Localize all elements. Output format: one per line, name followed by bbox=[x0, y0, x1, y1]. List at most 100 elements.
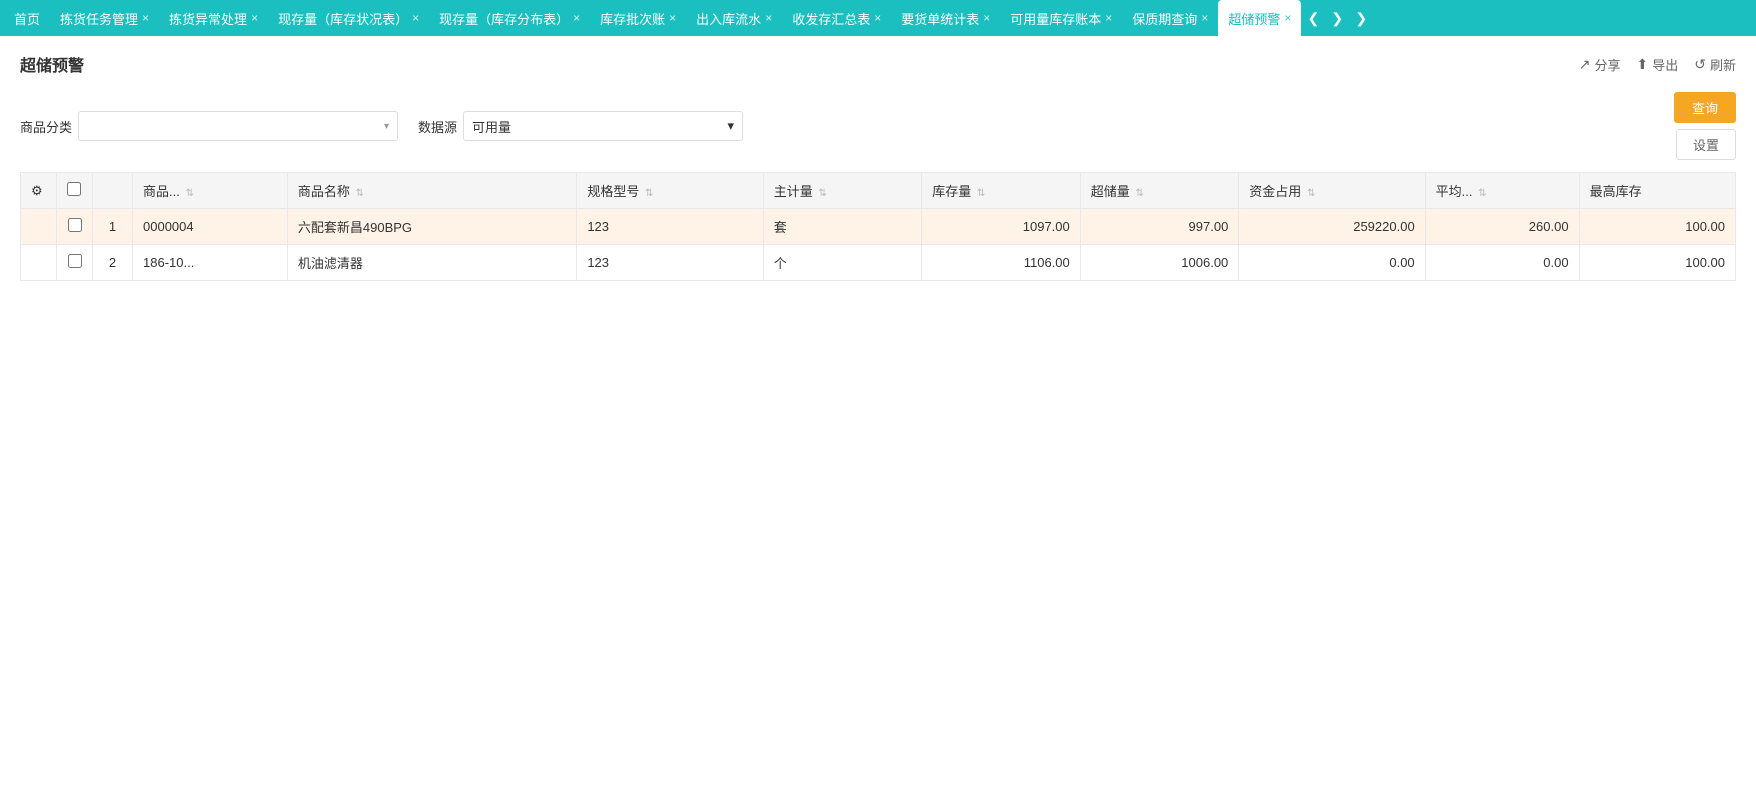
td-capital-2: 0.00 bbox=[1239, 245, 1425, 281]
th-checkbox[interactable] bbox=[57, 173, 93, 209]
td-avg-1: 260.00 bbox=[1425, 209, 1579, 245]
datasource-arrow-icon: ▾ bbox=[728, 118, 735, 134]
table-row: 2 186-10... 机油滤清器 123 个 1106.00 bbox=[21, 245, 1736, 281]
page-header: 超储预警 ↗ 分享 ⬆ 导出 ↺ 刷新 bbox=[20, 52, 1736, 76]
nav-item-expiry[interactable]: 保质期查询 × bbox=[1122, 0, 1218, 36]
sort-spec-icon: ⇅ bbox=[645, 188, 653, 199]
nav-next-arrow[interactable]: ❯ bbox=[1325, 0, 1349, 36]
datasource-filter: 数据源 可用量 ▾ bbox=[418, 111, 743, 141]
page-title: 超储预警 bbox=[20, 52, 84, 76]
row-1-checkbox[interactable] bbox=[68, 218, 82, 232]
nav-item-order-stats[interactable]: 要货单统计表 × bbox=[891, 0, 1000, 36]
td-checkbox-2[interactable] bbox=[57, 245, 93, 281]
td-product-name-1: 六配套新昌490BPG bbox=[287, 209, 576, 245]
td-settings-2 bbox=[21, 245, 57, 281]
td-stock-1: 1097.00 bbox=[922, 209, 1081, 245]
nav-close-expiry[interactable]: × bbox=[1201, 11, 1208, 25]
nav-item-summary[interactable]: 收发存汇总表 × bbox=[782, 0, 891, 36]
nav-item-inout[interactable]: 出入库流水 × bbox=[686, 0, 782, 36]
table-row: 1 0000004 六配套新昌490BPG 123 套 1097.00 bbox=[21, 209, 1736, 245]
nav-item-available[interactable]: 可用量库存账本 × bbox=[1000, 0, 1122, 36]
nav-close-batch[interactable]: × bbox=[669, 11, 676, 25]
datasource-value: 可用量 bbox=[472, 117, 511, 136]
export-icon: ⬆ bbox=[1637, 56, 1649, 73]
th-product-code[interactable]: 商品... ⇅ bbox=[133, 173, 288, 209]
share-button[interactable]: ↗ 分享 bbox=[1579, 55, 1621, 74]
page-content: 超储预警 ↗ 分享 ⬆ 导出 ↺ 刷新 商品分类 ▾ 数据源 bbox=[0, 36, 1756, 800]
th-spec[interactable]: 规格型号 ⇅ bbox=[577, 173, 763, 209]
sort-product-code-icon: ⇅ bbox=[185, 188, 193, 199]
td-product-code-1: 0000004 bbox=[133, 209, 288, 245]
data-table: ⚙ 商品... ⇅ 商品名称 ⇅ 规格型号 ⇅ bbox=[20, 172, 1736, 281]
nav-close-stock-status[interactable]: × bbox=[412, 11, 419, 25]
nav-close-available[interactable]: × bbox=[1105, 11, 1112, 25]
td-index-2: 2 bbox=[93, 245, 133, 281]
row-2-checkbox[interactable] bbox=[68, 254, 82, 268]
nav-close-inout[interactable]: × bbox=[765, 11, 772, 25]
td-overstock-1: 997.00 bbox=[1080, 209, 1239, 245]
td-unit-2: 个 bbox=[763, 245, 922, 281]
datasource-label: 数据源 bbox=[418, 117, 457, 136]
settings-button[interactable]: 设置 bbox=[1676, 129, 1736, 160]
nav-item-overstock[interactable]: 超储预警 × bbox=[1218, 0, 1301, 36]
td-index-1: 1 bbox=[93, 209, 133, 245]
td-max-stock-2: 100.00 bbox=[1579, 245, 1735, 281]
td-settings-1 bbox=[21, 209, 57, 245]
top-navigation: 首页 拣货任务管理 × 拣货异常处理 × 现存量（库存状况表） × 现存量（库存… bbox=[0, 0, 1756, 36]
query-button[interactable]: 查询 bbox=[1674, 92, 1736, 123]
product-category-label: 商品分类 bbox=[20, 117, 72, 136]
select-all-checkbox[interactable] bbox=[67, 182, 81, 196]
product-category-arrow-icon: ▾ bbox=[384, 121, 389, 132]
th-product-name[interactable]: 商品名称 ⇅ bbox=[287, 173, 576, 209]
header-actions: ↗ 分享 ⬆ 导出 ↺ 刷新 bbox=[1579, 55, 1736, 74]
sort-stock-icon: ⇅ bbox=[977, 188, 985, 199]
td-unit-1: 套 bbox=[763, 209, 922, 245]
nav-item-home[interactable]: 首页 bbox=[4, 0, 50, 36]
table-header-row: ⚙ 商品... ⇅ 商品名称 ⇅ 规格型号 ⇅ bbox=[21, 173, 1736, 209]
nav-item-stock-dist[interactable]: 现存量（库存分布表） × bbox=[429, 0, 590, 36]
td-avg-2: 0.00 bbox=[1425, 245, 1579, 281]
nav-item-batch[interactable]: 库存批次账 × bbox=[590, 0, 686, 36]
sort-overstock-icon: ⇅ bbox=[1135, 188, 1143, 199]
th-unit[interactable]: 主计量 ⇅ bbox=[763, 173, 922, 209]
refresh-icon: ↺ bbox=[1694, 56, 1706, 73]
th-settings[interactable]: ⚙ bbox=[21, 173, 57, 209]
nav-item-pick-task[interactable]: 拣货任务管理 × bbox=[50, 0, 159, 36]
nav-prev-arrow[interactable]: ❮ bbox=[1301, 0, 1325, 36]
th-avg[interactable]: 平均... ⇅ bbox=[1425, 173, 1579, 209]
th-max-stock: 最高库存 bbox=[1579, 173, 1735, 209]
td-product-name-2: 机油滤清器 bbox=[287, 245, 576, 281]
nav-item-pick-exception[interactable]: 拣货异常处理 × bbox=[159, 0, 268, 36]
nav-more-arrow[interactable]: ❯ bbox=[1349, 0, 1373, 36]
td-spec-2: 123 bbox=[577, 245, 763, 281]
th-stock[interactable]: 库存量 ⇅ bbox=[922, 173, 1081, 209]
td-overstock-2: 1006.00 bbox=[1080, 245, 1239, 281]
sort-product-name-icon: ⇅ bbox=[356, 188, 364, 199]
product-category-select[interactable]: ▾ bbox=[78, 111, 398, 141]
th-overstock[interactable]: 超储量 ⇅ bbox=[1080, 173, 1239, 209]
refresh-button[interactable]: ↺ 刷新 bbox=[1694, 55, 1736, 74]
sort-avg-icon: ⇅ bbox=[1478, 188, 1486, 199]
nav-item-stock-status[interactable]: 现存量（库存状况表） × bbox=[268, 0, 429, 36]
th-index bbox=[93, 173, 133, 209]
export-button[interactable]: ⬆ 导出 bbox=[1637, 55, 1679, 74]
sort-capital-icon: ⇅ bbox=[1307, 188, 1315, 199]
nav-close-summary[interactable]: × bbox=[874, 11, 881, 25]
nav-close-pick-exception[interactable]: × bbox=[251, 11, 258, 25]
td-stock-2: 1106.00 bbox=[922, 245, 1081, 281]
nav-close-overstock[interactable]: × bbox=[1284, 11, 1291, 25]
datasource-select[interactable]: 可用量 ▾ bbox=[463, 111, 743, 141]
sort-unit-icon: ⇅ bbox=[818, 188, 826, 199]
td-capital-1: 259220.00 bbox=[1239, 209, 1425, 245]
td-checkbox-1[interactable] bbox=[57, 209, 93, 245]
nav-close-stock-dist[interactable]: × bbox=[573, 11, 580, 25]
td-spec-1: 123 bbox=[577, 209, 763, 245]
nav-close-order-stats[interactable]: × bbox=[983, 11, 990, 25]
td-max-stock-1: 100.00 bbox=[1579, 209, 1735, 245]
product-category-filter: 商品分类 ▾ bbox=[20, 111, 398, 141]
product-category-value bbox=[87, 119, 91, 134]
share-icon: ↗ bbox=[1579, 56, 1591, 73]
th-capital[interactable]: 资金占用 ⇅ bbox=[1239, 173, 1425, 209]
nav-close-pick-task[interactable]: × bbox=[142, 11, 149, 25]
gear-icon: ⚙ bbox=[31, 183, 43, 198]
